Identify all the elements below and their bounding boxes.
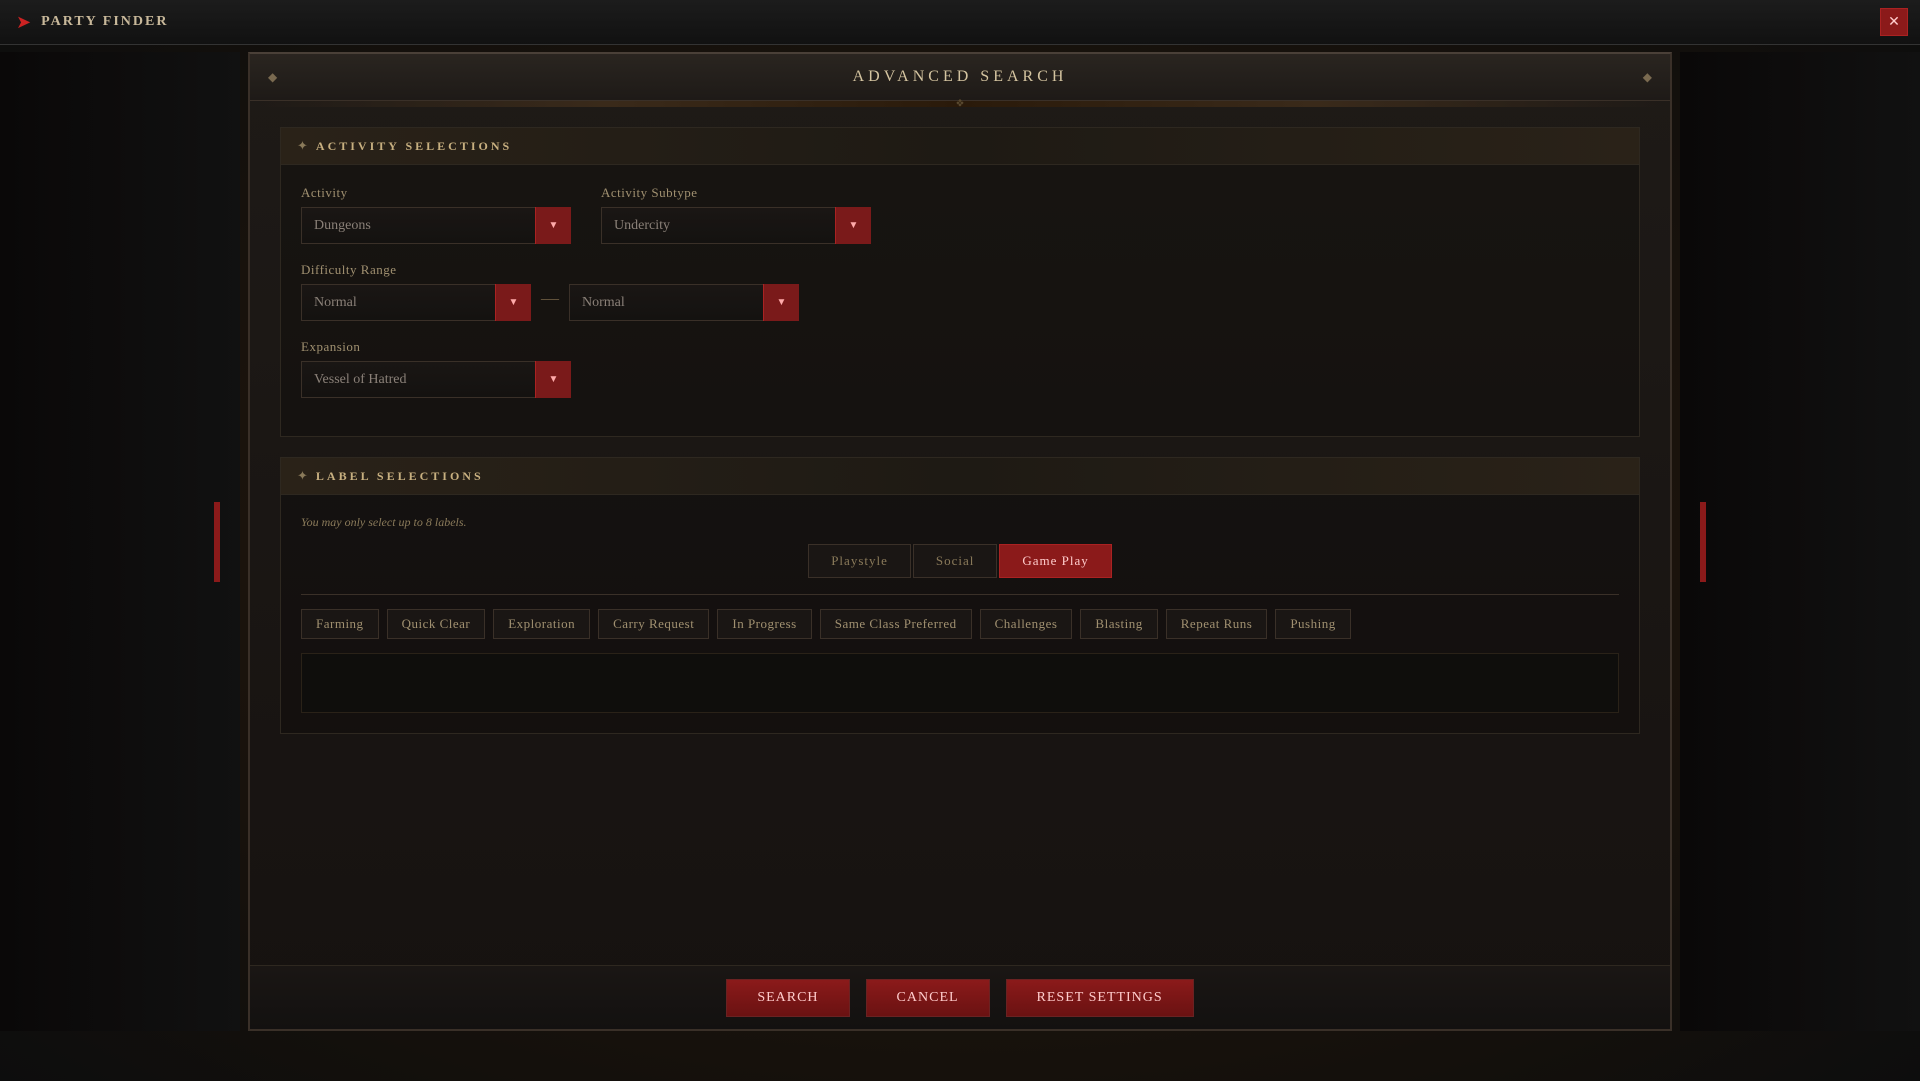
difficulty-label: Difficulty Range — [301, 262, 799, 278]
subtype-select[interactable]: Undercity — [601, 207, 871, 244]
difficulty-row: Difficulty Range Normal ▼ — Normal — [301, 262, 1619, 321]
activity-select-wrapper: Dungeons ▼ — [301, 207, 571, 244]
difficulty-min-wrapper: Normal ▼ — [301, 284, 531, 321]
difficulty-min-select[interactable]: Normal — [301, 284, 531, 321]
title-bar: ➤ PARTY FINDER ✕ — [0, 0, 1920, 45]
modal: ◆ ADVANCED SEARCH ◆ ✦ ACTIVITY SELECTION… — [248, 52, 1672, 1031]
label-tabs: Playstyle Social Game Play — [301, 544, 1619, 578]
tag-farming[interactable]: Farming — [301, 609, 379, 639]
activity-select[interactable]: Dungeons — [301, 207, 571, 244]
expansion-select-wrapper: Vessel of Hatred ▼ — [301, 361, 571, 398]
label-tags-container: Farming Quick Clear Exploration Carry Re… — [301, 609, 1619, 639]
modal-header: ◆ ADVANCED SEARCH ◆ — [250, 54, 1670, 101]
window-title: PARTY FINDER — [41, 14, 168, 30]
activity-section: ✦ ACTIVITY SELECTIONS Activity Dungeons … — [280, 127, 1640, 437]
tag-challenges[interactable]: Challenges — [980, 609, 1073, 639]
reset-settings-button[interactable]: Reset Settings — [1006, 979, 1194, 1017]
left-side-panel — [0, 52, 240, 1031]
diamond-right-icon: ◆ — [1643, 70, 1652, 85]
difficulty-max-select[interactable]: Normal — [569, 284, 799, 321]
modal-title: ADVANCED SEARCH — [853, 68, 1068, 86]
tab-gameplay[interactable]: Game Play — [999, 544, 1111, 578]
tag-pushing[interactable]: Pushing — [1275, 609, 1350, 639]
difficulty-max-wrapper: Normal ▼ — [569, 284, 799, 321]
tag-carry-request[interactable]: Carry Request — [598, 609, 709, 639]
diamond-left-icon: ◆ — [268, 70, 277, 85]
expansion-select[interactable]: Vessel of Hatred — [301, 361, 571, 398]
tab-social[interactable]: Social — [913, 544, 998, 578]
close-button[interactable]: ✕ — [1880, 8, 1908, 36]
tag-blasting[interactable]: Blasting — [1080, 609, 1157, 639]
difficulty-group: Difficulty Range Normal ▼ — Normal — [301, 262, 799, 321]
activity-section-icon: ✦ — [297, 138, 308, 154]
header-deco — [250, 101, 1670, 107]
range-dash: — — [541, 288, 559, 321]
right-side-panel — [1680, 52, 1920, 1031]
tag-exploration[interactable]: Exploration — [493, 609, 590, 639]
tag-same-class[interactable]: Same Class Preferred — [820, 609, 972, 639]
label-note: You may only select up to 8 labels. — [301, 515, 1619, 530]
tag-in-progress[interactable]: In Progress — [717, 609, 811, 639]
activity-section-body: Activity Dungeons ▼ Activity Subtype Und… — [281, 165, 1639, 436]
activity-label: Activity — [301, 185, 571, 201]
arrow-icon: ➤ — [16, 12, 31, 33]
expansion-label: Expansion — [301, 339, 571, 355]
label-section-icon: ✦ — [297, 468, 308, 484]
left-deco-bar — [214, 502, 220, 582]
modal-footer: Search Cancel Reset Settings — [250, 965, 1670, 1029]
label-section-header: ✦ LABEL SELECTIONS — [281, 458, 1639, 495]
cancel-button[interactable]: Cancel — [866, 979, 990, 1017]
activity-row: Activity Dungeons ▼ Activity Subtype Und… — [301, 185, 1619, 244]
activity-section-header: ✦ ACTIVITY SELECTIONS — [281, 128, 1639, 165]
label-section-body: You may only select up to 8 labels. Play… — [281, 495, 1639, 733]
tabs-divider — [301, 594, 1619, 595]
label-section-title: LABEL SELECTIONS — [316, 469, 484, 484]
tag-quick-clear[interactable]: Quick Clear — [387, 609, 486, 639]
subtype-group: Activity Subtype Undercity ▼ — [601, 185, 871, 244]
activity-section-title: ACTIVITY SELECTIONS — [316, 139, 512, 154]
subtype-select-wrapper: Undercity ▼ — [601, 207, 871, 244]
activity-group: Activity Dungeons ▼ — [301, 185, 571, 244]
tab-playstyle[interactable]: Playstyle — [808, 544, 911, 578]
expansion-group: Expansion Vessel of Hatred ▼ — [301, 339, 571, 398]
selected-labels-box — [301, 653, 1619, 713]
label-section: ✦ LABEL SELECTIONS You may only select u… — [280, 457, 1640, 734]
right-deco-bar — [1700, 502, 1706, 582]
tag-repeat-runs[interactable]: Repeat Runs — [1166, 609, 1268, 639]
search-button[interactable]: Search — [726, 979, 849, 1017]
expansion-row: Expansion Vessel of Hatred ▼ — [301, 339, 1619, 398]
subtype-label: Activity Subtype — [601, 185, 871, 201]
